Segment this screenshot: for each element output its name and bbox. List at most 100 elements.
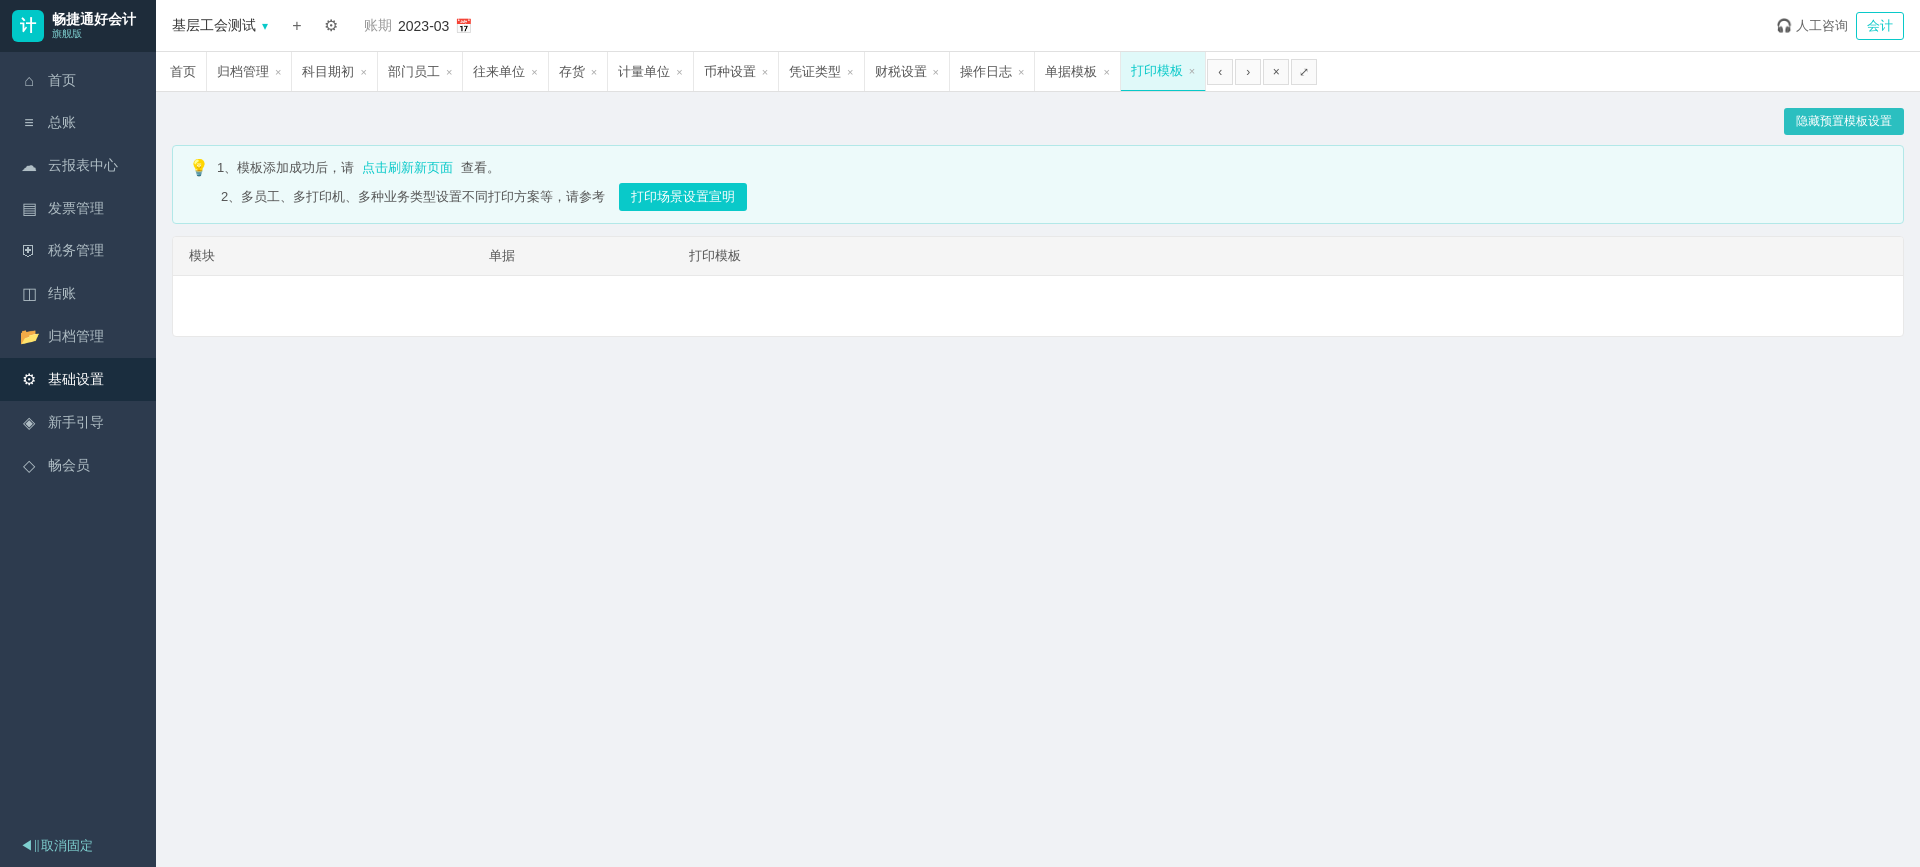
plus-icon: + xyxy=(292,17,301,35)
headset-icon: 🎧 xyxy=(1776,18,1792,33)
tab-print-template-label: 打印模板 xyxy=(1131,62,1183,80)
tab-home-label: 首页 xyxy=(170,63,196,81)
topbar-right: 🎧 人工咨询 会计 xyxy=(1776,12,1904,40)
main-area: 基层工会测试 ▾ + ⚙ 账期 2023-03 📅 🎧 人工咨询 会计 首页 xyxy=(156,0,1920,867)
table-body xyxy=(173,276,1903,336)
notice-row-2: 2、多员工、多打印机、多种业务类型设置不同打印方案等，请参考 打印场景设置宣明 xyxy=(189,183,1887,211)
tab-unit-close[interactable]: × xyxy=(676,66,682,78)
sidebar-item-beginner-guide-label: 新手引导 xyxy=(48,414,104,432)
notice-row-1: 💡 1、模板添加成功后，请 点击刷新新页面 查看。 xyxy=(189,158,1887,177)
tab-counterparty-label: 往来单位 xyxy=(473,63,525,81)
calendar-icon[interactable]: 📅 xyxy=(455,18,472,34)
tab-dept-staff[interactable]: 部门员工 × xyxy=(378,52,463,92)
sidebar-item-general-ledger-label: 总账 xyxy=(48,114,76,132)
print-explain-button[interactable]: 打印场景设置宣明 xyxy=(619,183,747,211)
ledger-icon: ≡ xyxy=(20,114,38,132)
tab-tax-settings-label: 财税设置 xyxy=(875,63,927,81)
sidebar-item-beginner-guide[interactable]: ◈ 新手引导 xyxy=(0,401,156,444)
tab-inventory[interactable]: 存货 × xyxy=(549,52,608,92)
kuaiji-button[interactable]: 会计 xyxy=(1856,12,1904,40)
sidebar-item-settlement-label: 结账 xyxy=(48,285,76,303)
tab-single-template-label: 单据模板 xyxy=(1045,63,1097,81)
tab-single-template-close[interactable]: × xyxy=(1103,66,1109,78)
tab-counterparty[interactable]: 往来单位 × xyxy=(463,52,548,92)
sidebar-item-home-label: 首页 xyxy=(48,72,76,90)
sidebar-logo: 计 畅捷通好会计 旗舰版 xyxy=(0,0,156,52)
invoice-icon: ▤ xyxy=(20,199,38,218)
logo-text: 畅捷通好会计 xyxy=(52,11,136,28)
tab-dept-staff-label: 部门员工 xyxy=(388,63,440,81)
lightbulb-icon: 💡 xyxy=(189,158,209,177)
tab-single-template[interactable]: 单据模板 × xyxy=(1035,52,1120,92)
tab-tax-settings-close[interactable]: × xyxy=(933,66,939,78)
period-value: 2023-03 xyxy=(398,18,449,34)
tab-operation-log[interactable]: 操作日志 × xyxy=(950,52,1035,92)
support-button[interactable]: 🎧 人工咨询 xyxy=(1776,17,1848,35)
sidebar-item-general-ledger[interactable]: ≡ 总账 xyxy=(0,102,156,144)
sidebar-item-member[interactable]: ◇ 畅会员 xyxy=(0,444,156,487)
tab-currency-close[interactable]: × xyxy=(762,66,768,78)
sidebar-item-member-label: 畅会员 xyxy=(48,457,90,475)
sidebar-item-archive[interactable]: 📂 归档管理 xyxy=(0,315,156,358)
notice-box: 💡 1、模板添加成功后，请 点击刷新新页面 查看。 2、多员工、多打印机、多种业… xyxy=(172,145,1904,224)
period-display: 账期 2023-03 📅 xyxy=(364,17,472,35)
tab-dept-staff-close[interactable]: × xyxy=(446,66,452,78)
tab-print-template[interactable]: 打印模板 × xyxy=(1121,52,1206,92)
tab-next-button[interactable]: › xyxy=(1235,59,1261,85)
org-name-text: 基层工会测试 xyxy=(172,17,256,35)
sidebar-item-invoice-label: 发票管理 xyxy=(48,200,104,218)
sidebar-item-basic-settings[interactable]: ⚙ 基础设置 xyxy=(0,358,156,401)
settings-icon: ⚙ xyxy=(20,370,38,389)
sidebar-item-report-center[interactable]: ☁ 云报表中心 xyxy=(0,144,156,187)
sidebar-item-report-center-label: 云报表中心 xyxy=(48,157,118,175)
logo-icon: 计 xyxy=(12,10,44,42)
tab-inventory-close[interactable]: × xyxy=(591,66,597,78)
gear-icon: ⚙ xyxy=(324,16,338,35)
tab-counterparty-close[interactable]: × xyxy=(531,66,537,78)
topbar-actions: + ⚙ xyxy=(284,13,344,39)
tab-home[interactable]: 首页 xyxy=(160,52,207,92)
unpin-button[interactable]: ◀‖取消固定 xyxy=(0,825,156,867)
hide-preview-bar: 隐藏预置模板设置 xyxy=(172,108,1904,135)
hide-preview-button[interactable]: 隐藏预置模板设置 xyxy=(1784,108,1904,135)
chevron-left-icon: ‹ xyxy=(1218,65,1222,79)
tab-operation-log-label: 操作日志 xyxy=(960,63,1012,81)
sidebar-nav: ⌂ 首页 ≡ 总账 ☁ 云报表中心 ▤ 发票管理 ⛨ 税务管理 ◫ 结账 📂 归… xyxy=(0,52,156,825)
tab-unit-label: 计量单位 xyxy=(618,63,670,81)
col-header-module: 模块 xyxy=(173,247,473,265)
tab-close-all-button[interactable]: × xyxy=(1263,59,1289,85)
tab-prev-button[interactable]: ‹ xyxy=(1207,59,1233,85)
tab-subject-init[interactable]: 科目期初 × xyxy=(292,52,377,92)
notice-line2-pre: 2、多员工、多打印机、多种业务类型设置不同打印方案等，请参考 xyxy=(221,188,605,206)
tab-archive-close[interactable]: × xyxy=(275,66,281,78)
sidebar-item-home[interactable]: ⌂ 首页 xyxy=(0,60,156,102)
refresh-link[interactable]: 点击刷新新页面 xyxy=(362,159,453,177)
notice-line1-pre: 1、模板添加成功后，请 xyxy=(217,159,354,177)
tab-archive[interactable]: 归档管理 × xyxy=(207,52,292,92)
tab-voucher-type[interactable]: 凭证类型 × xyxy=(779,52,864,92)
tab-expand-button[interactable]: ⤢ xyxy=(1291,59,1317,85)
tab-unit[interactable]: 计量单位 × xyxy=(608,52,693,92)
tab-voucher-type-label: 凭证类型 xyxy=(789,63,841,81)
tab-subject-init-label: 科目期初 xyxy=(302,63,354,81)
settings-button[interactable]: ⚙ xyxy=(318,13,344,39)
tab-voucher-type-close[interactable]: × xyxy=(847,66,853,78)
tab-subject-init-close[interactable]: × xyxy=(360,66,366,78)
archive-icon: 📂 xyxy=(20,327,38,346)
org-chevron-icon: ▾ xyxy=(262,19,268,33)
org-name[interactable]: 基层工会测试 ▾ xyxy=(172,17,268,35)
sidebar-item-settlement[interactable]: ◫ 结账 xyxy=(0,272,156,315)
member-icon: ◇ xyxy=(20,456,38,475)
tab-currency-label: 币种设置 xyxy=(704,63,756,81)
add-tab-button[interactable]: + xyxy=(284,13,310,39)
settlement-icon: ◫ xyxy=(20,284,38,303)
col-header-document: 单据 xyxy=(473,247,673,265)
tab-operation-log-close[interactable]: × xyxy=(1018,66,1024,78)
tab-print-template-close[interactable]: × xyxy=(1189,65,1195,77)
tab-archive-label: 归档管理 xyxy=(217,63,269,81)
table-header: 模块 单据 打印模板 xyxy=(173,237,1903,276)
sidebar-item-invoice[interactable]: ▤ 发票管理 xyxy=(0,187,156,230)
sidebar-item-tax[interactable]: ⛨ 税务管理 xyxy=(0,230,156,272)
tab-tax-settings[interactable]: 财税设置 × xyxy=(865,52,950,92)
tab-currency[interactable]: 币种设置 × xyxy=(694,52,779,92)
